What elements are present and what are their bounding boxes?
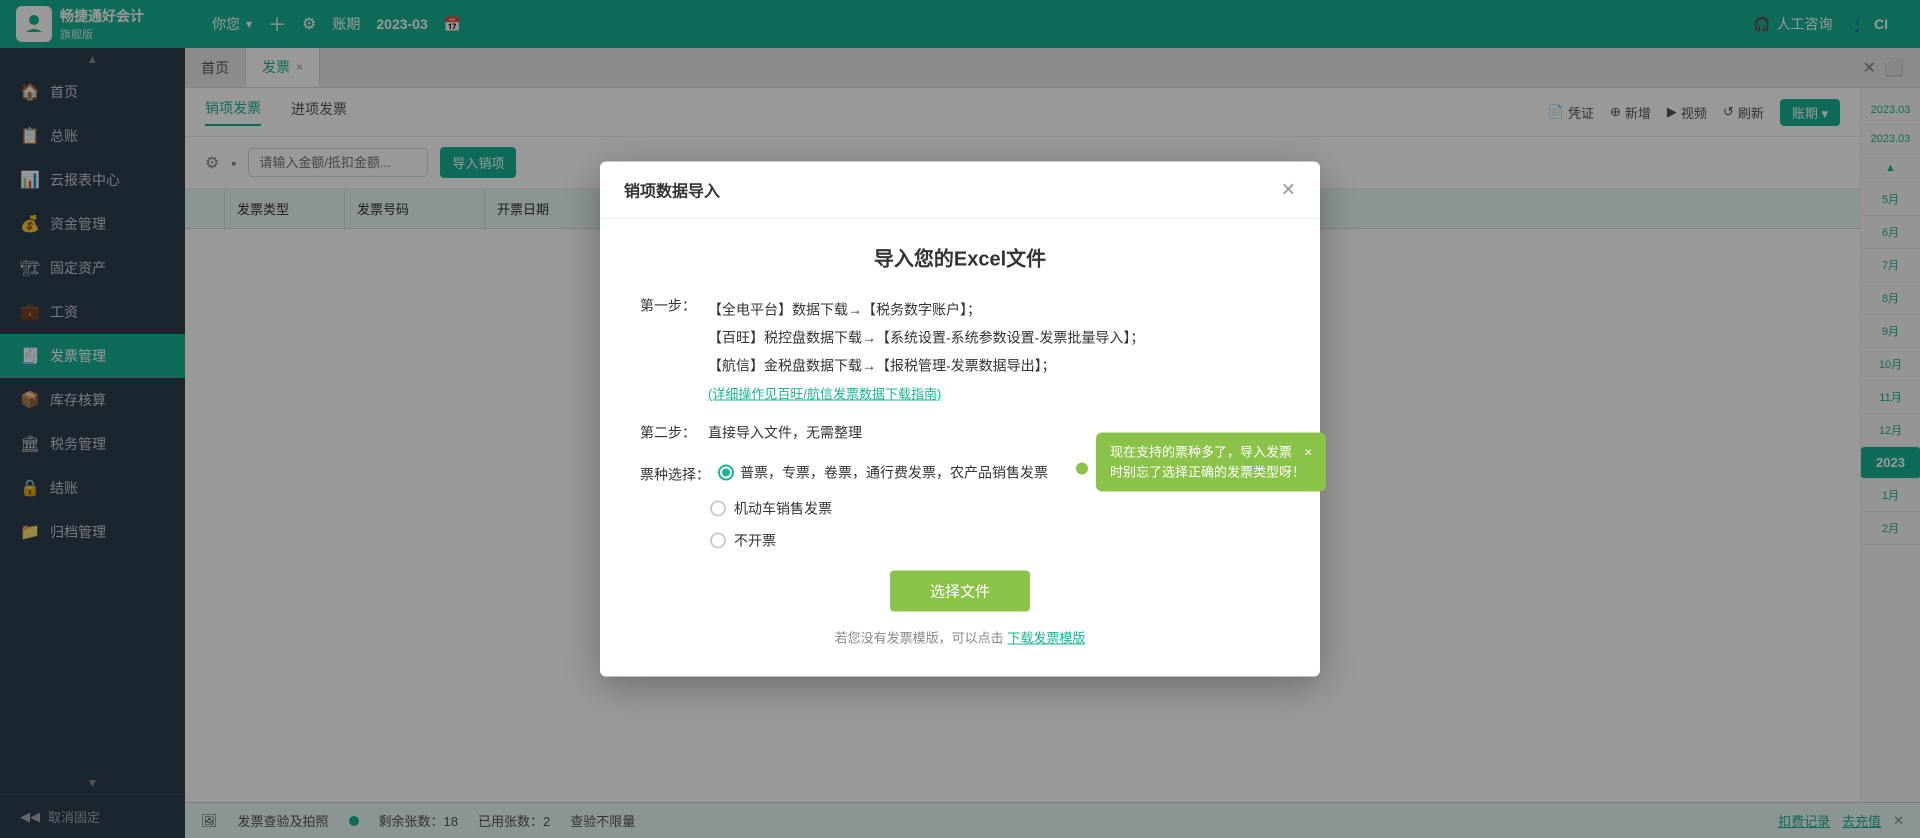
footer-text: 若您没有发票模版，可以点击 [835,631,1004,646]
ticket-option-normal[interactable]: 普票，专票，卷票，通行费发票，农产品销售发票 [718,463,1048,483]
modal-title: 销项数据导入 [624,178,720,202]
step2-label: 第二步： [640,423,696,443]
modal-close-button[interactable]: ✕ [1281,179,1296,200]
ticket-label: 票种选择： [640,463,710,485]
select-file-area: 选择文件 [640,571,1280,612]
step1-line-2: 【百旺】税控盘数据下载→【系统设置-系统参数设置-发票批量导入】； [708,324,1144,352]
tooltip-close-btn[interactable]: × [1304,443,1312,463]
step1-row: 第一步： 【全电平台】数据下载→【税务数字账户】； 【百旺】税控盘数据下载→【系… [640,296,1280,403]
modal-header: 销项数据导入 ✕ [600,162,1320,219]
import-modal: 销项数据导入 ✕ 导入您的Excel文件 第一步： 【全电平台】数据下载→【税务… [600,162,1320,677]
ticket-row-normal: 票种选择： 普票，专票，卷票，通行费发票，农产品销售发票 × 现在支持的票种多了… [640,463,1280,485]
download-template-link[interactable]: 下载发票模版 [1007,631,1085,646]
radio-none[interactable] [710,533,726,549]
import-title: 导入您的Excel文件 [640,243,1280,272]
radio-normal[interactable] [718,465,734,481]
step1-link[interactable]: (详细操作见百旺/航信发票数据下载指南) [708,387,941,402]
tooltip-area: × 现在支持的票种多了，导入发票时别忘了选择正确的发票类型呀！ [1076,463,1088,475]
tooltip-text: 现在支持的票种多了，导入发票时别忘了选择正确的发票类型呀！ [1110,445,1305,480]
tooltip-dot [1076,463,1088,475]
radio-motor-label: 机动车销售发票 [734,499,832,519]
radio-motor[interactable] [710,501,726,517]
tooltip-bubble: × 现在支持的票种多了，导入发票时别忘了选择正确的发票类型呀！ [1096,433,1326,492]
step1-line-3: 【航信】金税盘数据下载→【报税管理-发票数据导出】； [708,352,1144,380]
step1-label: 第一步： [640,296,696,403]
step1-link-area: (详细操作见百旺/航信发票数据下载指南) [708,384,1144,403]
step1-content: 【全电平台】数据下载→【税务数字账户】； 【百旺】税控盘数据下载→【系统设置-系… [708,296,1144,403]
radio-normal-label: 普票，专票，卷票，通行费发票，农产品销售发票 [740,463,1048,483]
ticket-row-none: 不开票 [640,531,1280,551]
modal-body: 导入您的Excel文件 第一步： 【全电平台】数据下载→【税务数字账户】； 【百… [600,219,1320,677]
ticket-choice-section: 票种选择： 普票，专票，卷票，通行费发票，农产品销售发票 × 现在支持的票种多了… [640,463,1280,551]
step1-line-1: 【全电平台】数据下载→【税务数字账户】； [708,296,1144,324]
radio-none-label: 不开票 [734,531,776,551]
modal-footer: 若您没有发票模版，可以点击 下载发票模版 [640,628,1280,647]
step2-text: 直接导入文件，无需整理 [708,423,862,443]
select-file-button[interactable]: 选择文件 [890,571,1030,612]
ticket-row-motor: 机动车销售发票 [640,499,1280,519]
step1-section: 第一步： 【全电平台】数据下载→【税务数字账户】； 【百旺】税控盘数据下载→【系… [640,296,1280,403]
